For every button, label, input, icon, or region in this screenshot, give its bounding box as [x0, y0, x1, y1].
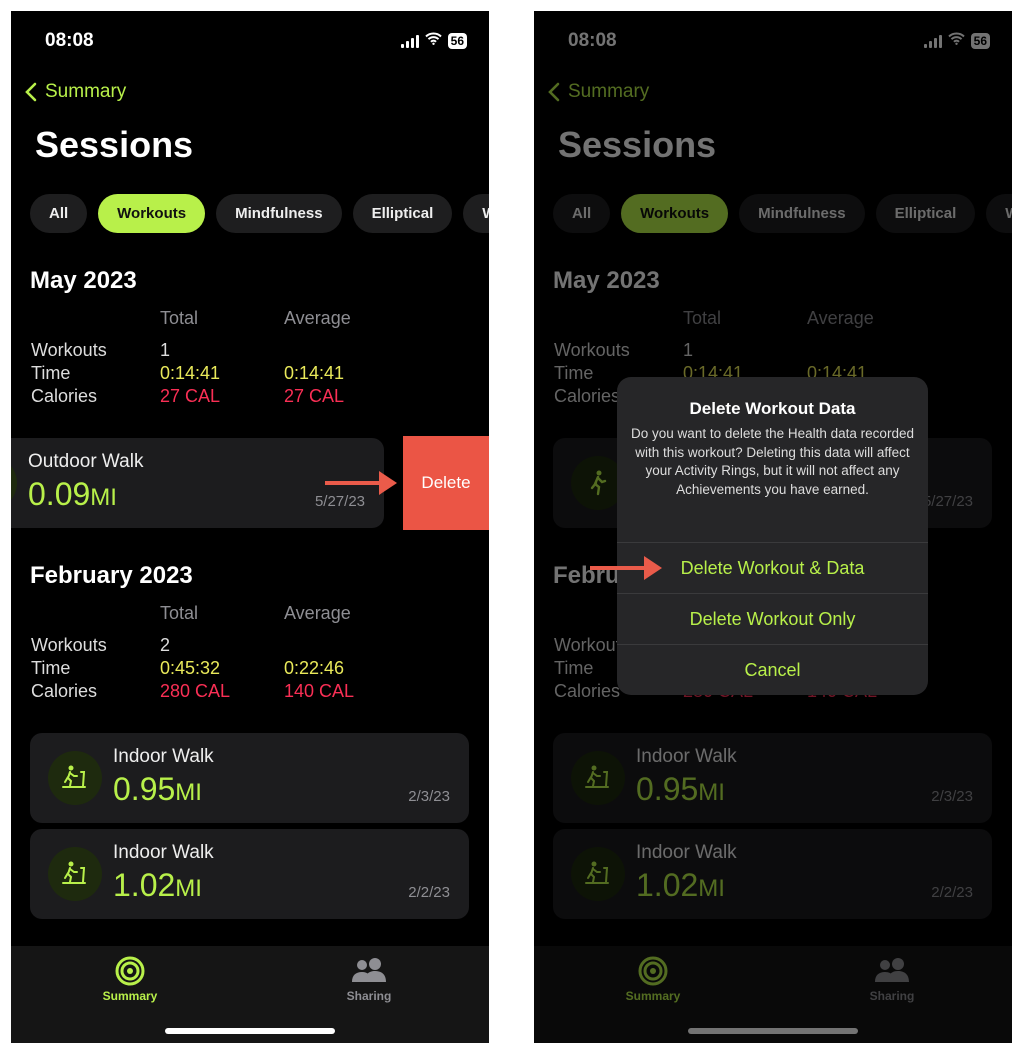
month-heading: February 2023: [30, 562, 193, 589]
label-calories: Calories: [31, 681, 98, 701]
time-average: 0:22:46: [284, 658, 345, 678]
status-icons: 56: [400, 32, 467, 50]
filter-chip[interactable]: Workouts: [98, 194, 206, 233]
label-workouts: Workouts: [31, 340, 107, 360]
phone-swipe-delete: 08:08 56 Summary Sessions All Workouts Min…: [11, 11, 489, 1043]
workout-date: 2/2/23: [408, 884, 450, 901]
time-average: 0:14:41: [284, 363, 345, 383]
delete-workout-only-button[interactable]: Delete Workout Only: [617, 593, 928, 645]
cancel-button[interactable]: Cancel: [617, 644, 928, 695]
filter-chip[interactable]: W: [463, 194, 489, 233]
workout-name: Indoor Walk: [113, 842, 214, 863]
workout-distance: 0.09MI: [28, 476, 117, 512]
activity-rings-icon: [115, 956, 145, 986]
filter-chip[interactable]: Elliptical: [352, 194, 453, 233]
column-total: Total: [160, 308, 199, 328]
calories-total: 27 CAL: [160, 386, 221, 406]
annotation-arrow: [325, 471, 397, 495]
filter-chips: All Workouts Mindfulness Elliptical W: [30, 194, 489, 233]
label-calories: Calories: [31, 386, 98, 406]
workout-date: 2/3/23: [408, 788, 450, 805]
workout-distance: 0.95MI: [113, 771, 202, 807]
swipe-delete-button[interactable]: Delete: [403, 436, 489, 530]
month-heading: May 2023: [30, 267, 137, 294]
workout-card[interactable]: Indoor Walk 1.02MI 2/2/23: [30, 829, 469, 919]
delete-alert: Delete Workout Data Do you want to delet…: [617, 377, 928, 695]
label-time: Time: [31, 658, 71, 678]
treadmill-icon: [48, 751, 102, 805]
home-indicator: [165, 1028, 335, 1034]
alert-title: Delete Workout Data: [689, 399, 856, 418]
back-button[interactable]: Summary: [25, 81, 126, 103]
signal-icon: [400, 34, 419, 48]
status-time: 08:08: [45, 30, 94, 51]
time-total: 0:14:41: [160, 363, 221, 383]
alert-message: Do you want to delete the Health data re…: [631, 426, 914, 497]
battery-icon: 56: [447, 33, 467, 49]
annotation-arrow: [590, 556, 662, 580]
label-workouts: Workouts: [31, 635, 107, 655]
walking-icon: [11, 456, 17, 510]
calories-average: 27 CAL: [284, 386, 345, 406]
workout-card[interactable]: Indoor Walk 0.95MI 2/3/23: [30, 733, 469, 823]
tab-sharing[interactable]: Sharing: [319, 956, 419, 1003]
calories-average: 140 CAL: [284, 681, 355, 701]
workout-name: Indoor Walk: [113, 746, 214, 767]
people-icon: [352, 958, 386, 982]
column-total: Total: [160, 603, 199, 623]
workouts-count: 1: [160, 340, 171, 360]
workout-name: Outdoor Walk: [28, 451, 144, 472]
filter-chip[interactable]: All: [30, 194, 88, 233]
tab-summary[interactable]: Summary: [80, 956, 180, 1003]
column-average: Average: [284, 603, 351, 623]
wifi-icon: [424, 32, 442, 50]
workout-distance: 1.02MI: [113, 867, 202, 903]
page-title: Sessions: [35, 124, 194, 165]
treadmill-icon: [48, 847, 102, 901]
phone-delete-alert: 08:08 56 Summary Sessions AllWorkoutsMin…: [534, 11, 1012, 1043]
workout-date: 5/27/23: [314, 493, 365, 510]
label-time: Time: [31, 363, 71, 383]
filter-chip[interactable]: Mindfulness: [216, 194, 342, 233]
chevron-left-icon: [25, 82, 37, 102]
delete-workout-and-data-button[interactable]: Delete Workout & Data: [617, 542, 928, 594]
column-average: Average: [284, 308, 351, 328]
calories-total: 280 CAL: [160, 681, 231, 701]
workouts-count: 2: [160, 635, 171, 655]
time-total: 0:45:32: [160, 658, 221, 678]
